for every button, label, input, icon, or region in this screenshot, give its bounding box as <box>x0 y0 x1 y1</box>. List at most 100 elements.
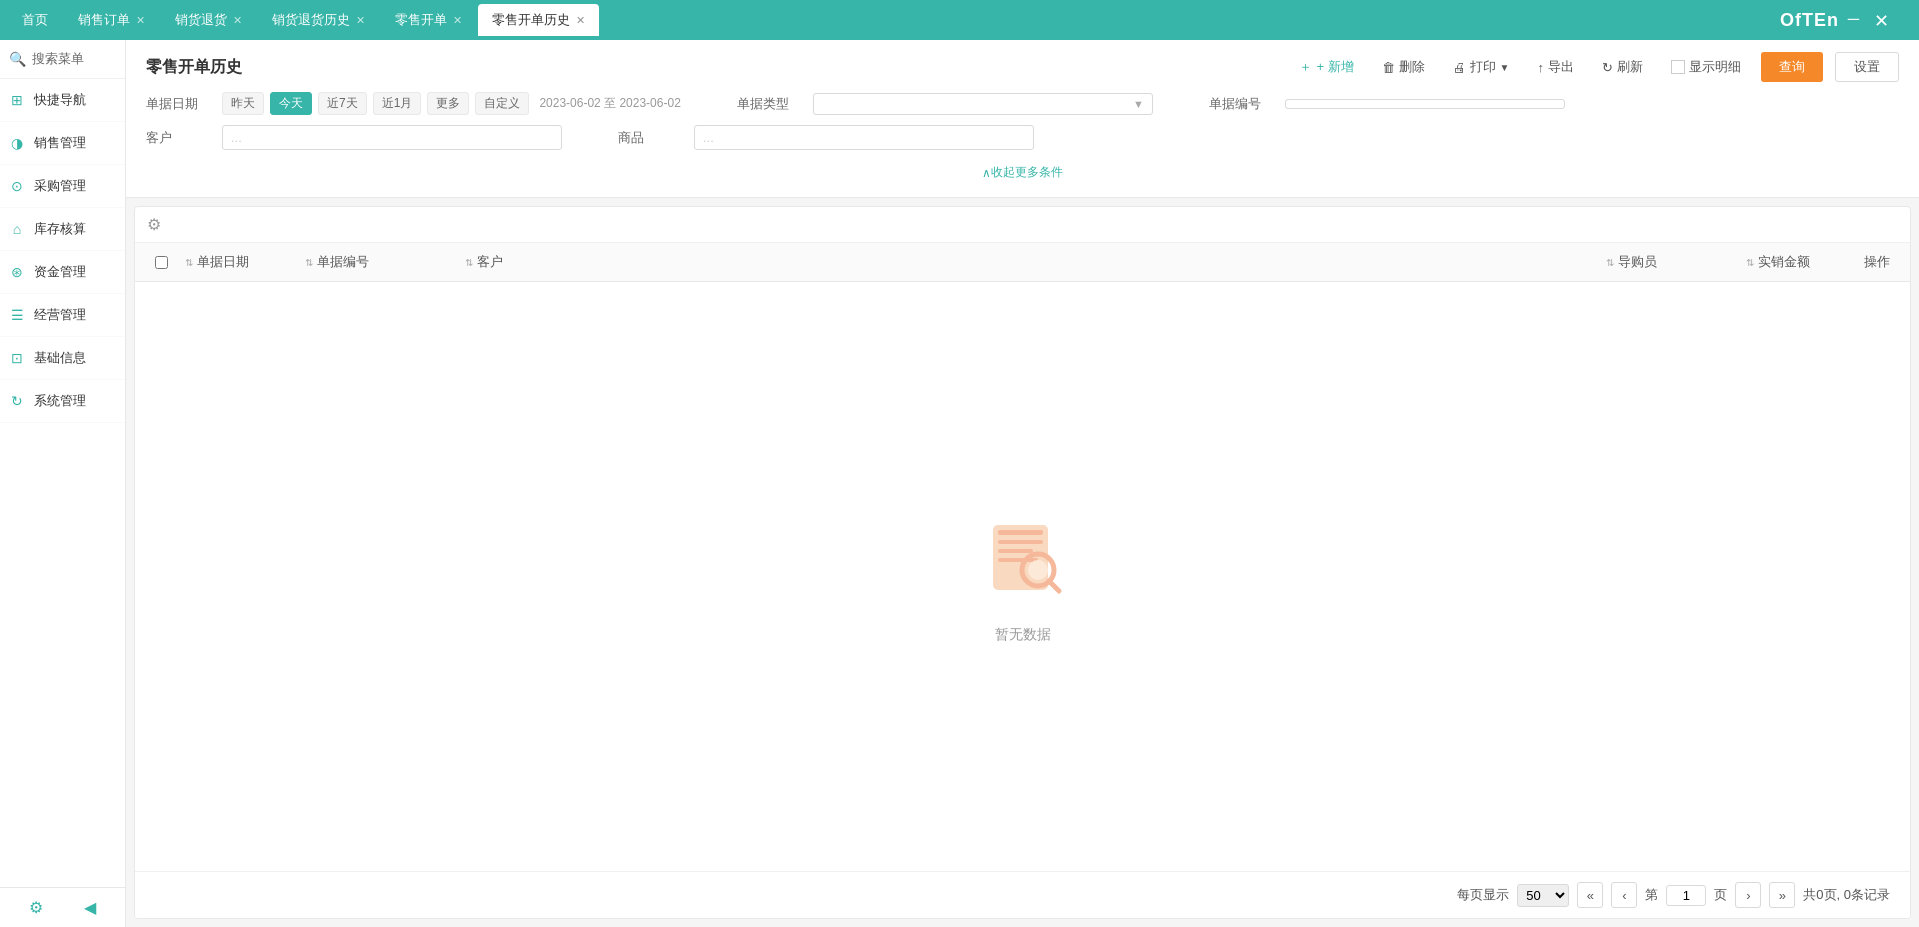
first-page-button[interactable]: « <box>1577 882 1603 908</box>
settings-bottom-icon[interactable]: ⚙ <box>29 898 43 917</box>
svg-rect-3 <box>998 549 1033 553</box>
query-button[interactable]: 查询 <box>1761 52 1823 82</box>
sidebar-item-basic-info[interactable]: ⊡ 基础信息 <box>0 337 125 380</box>
settings-button[interactable]: 设置 <box>1835 52 1899 82</box>
close-window-button[interactable]: ✕ <box>1874 10 1889 32</box>
svg-rect-4 <box>998 558 1038 562</box>
sidebar-item-sys-mgmt[interactable]: ↻ 系统管理 <box>0 380 125 423</box>
table-settings-icon[interactable]: ⚙ <box>147 215 161 234</box>
sales-icon: ◑ <box>8 134 26 152</box>
next-page-button[interactable]: › <box>1735 882 1761 908</box>
empty-text: 暂无数据 <box>995 626 1051 644</box>
sidebar-search[interactable]: 🔍 搜索菜单 <box>0 40 125 79</box>
filter-row-2: 客户 ... 商品 ... <box>146 125 1899 150</box>
th-guide[interactable]: ⇅ 导购员 <box>1598 243 1698 281</box>
top-tabbar: 首页 销售订单 ✕ 销货退货 ✕ 销货退货历史 ✕ 零售开单 ✕ 零售开单历史 … <box>0 0 1919 40</box>
per-page-select[interactable]: 10 20 50 100 <box>1517 884 1569 907</box>
collapse-bar[interactable]: ∧ 收起更多条件 <box>146 160 1899 185</box>
prev-page-button[interactable]: ‹ <box>1611 882 1637 908</box>
sidebar-item-operations[interactable]: ☰ 经营管理 <box>0 294 125 337</box>
tab-retail-open[interactable]: 零售开单 ✕ <box>381 4 476 36</box>
sidebar-item-sales-mgmt[interactable]: ◑ 销售管理 <box>0 122 125 165</box>
export-icon: ↑ <box>1538 60 1545 75</box>
sys-mgmt-icon: ↻ <box>8 392 26 410</box>
date-btn-today[interactable]: 今天 <box>270 92 312 115</box>
finance-icon: ⊛ <box>8 263 26 281</box>
refresh-button[interactable]: ↻ 刷新 <box>1594 54 1651 80</box>
page-input[interactable] <box>1666 885 1706 906</box>
customer-input[interactable]: ... <box>222 125 562 150</box>
th-customer[interactable]: ⇅ 客户 <box>457 243 1598 281</box>
tab-sales-return-history[interactable]: 销货退货历史 ✕ <box>258 4 379 36</box>
purchase-icon: ⊙ <box>8 177 26 195</box>
close-retail-open-history-icon[interactable]: ✕ <box>576 14 585 27</box>
print-dropdown-icon: ▼ <box>1500 62 1510 73</box>
operations-icon: ☰ <box>8 306 26 324</box>
close-sales-return-icon[interactable]: ✕ <box>233 14 242 27</box>
page-label: 页 <box>1714 886 1727 904</box>
type-select[interactable]: ▼ <box>813 93 1153 115</box>
last-page-button[interactable]: » <box>1769 882 1795 908</box>
delete-button[interactable]: 🗑 删除 <box>1374 54 1433 80</box>
main-layout: 🔍 搜索菜单 ⊞ 快捷导航 ◑ 销售管理 ⊙ 采购管理 ⌂ 库存核算 ⊛ 资金管… <box>0 40 1919 927</box>
type-select-arrow: ▼ <box>1133 98 1144 110</box>
collapse-text: 收起更多条件 <box>991 164 1063 181</box>
th-amount[interactable]: ⇅ 实销金额 <box>1698 243 1818 281</box>
select-all-checkbox[interactable] <box>155 256 168 269</box>
content-area: 零售开单历史 ＋ + 新增 🗑 删除 🖨 打印 ▼ <box>126 40 1919 927</box>
toolbar: ＋ + 新增 🗑 删除 🖨 打印 ▼ ↑ 导出 <box>1291 52 1899 82</box>
tab-sales-order[interactable]: 销售订单 ✕ <box>64 4 159 36</box>
search-icon: 🔍 <box>8 50 26 68</box>
print-button[interactable]: 🖨 打印 ▼ <box>1445 54 1518 80</box>
page-title: 零售开单历史 <box>146 57 242 78</box>
sidebar-item-finance[interactable]: ⊛ 资金管理 <box>0 251 125 294</box>
show-detail-button[interactable]: 显示明细 <box>1663 54 1749 80</box>
th-ops: 操作 <box>1818 243 1898 281</box>
tab-home[interactable]: 首页 <box>8 4 62 36</box>
total-text: 共0页, 0条记录 <box>1803 886 1890 904</box>
th-no[interactable]: ⇅ 单据编号 <box>297 243 457 281</box>
date-label: 单据日期 <box>146 95 206 113</box>
table-header: ⇅ 单据日期 ⇅ 单据编号 ⇅ 客户 ⇅ 导购员 ⇅ 实销金额 <box>135 243 1910 282</box>
svg-rect-1 <box>998 530 1043 535</box>
goods-placeholder: ... <box>703 130 714 145</box>
date-btn-7days[interactable]: 近7天 <box>318 92 367 115</box>
no-input[interactable] <box>1285 99 1565 109</box>
sort-no-icon: ⇅ <box>305 257 313 268</box>
tab-retail-open-history[interactable]: 零售开单历史 ✕ <box>478 4 599 36</box>
close-retail-open-icon[interactable]: ✕ <box>453 14 462 27</box>
print-icon: 🖨 <box>1453 60 1466 75</box>
new-button[interactable]: ＋ + 新增 <box>1291 54 1361 80</box>
brand-text: OfTEn <box>1780 10 1839 31</box>
date-range: 2023-06-02 至 2023-06-02 <box>539 95 680 112</box>
date-btn-1month[interactable]: 近1月 <box>373 92 422 115</box>
customer-placeholder: ... <box>231 130 242 145</box>
date-buttons: 昨天 今天 近7天 近1月 更多 自定义 2023-06-02 至 2023-0… <box>222 92 681 115</box>
date-btn-yesterday[interactable]: 昨天 <box>222 92 264 115</box>
sidebar-item-inventory[interactable]: ⌂ 库存核算 <box>0 208 125 251</box>
date-btn-more[interactable]: 更多 <box>427 92 469 115</box>
sidebar-item-quick-nav[interactable]: ⊞ 快捷导航 <box>0 79 125 122</box>
collapse-up-icon: ∧ <box>982 166 991 180</box>
show-detail-checkbox[interactable] <box>1671 60 1685 74</box>
refresh-icon: ↻ <box>1602 60 1613 75</box>
export-button[interactable]: ↑ 导出 <box>1530 54 1583 80</box>
th-checkbox <box>147 246 177 279</box>
th-date[interactable]: ⇅ 单据日期 <box>177 243 297 281</box>
close-sales-return-history-icon[interactable]: ✕ <box>356 14 365 27</box>
collapse-sidebar-icon[interactable]: ◀ <box>84 898 96 917</box>
svg-rect-2 <box>998 540 1043 544</box>
tab-sales-return[interactable]: 销货退货 ✕ <box>161 4 256 36</box>
new-icon: ＋ <box>1299 58 1312 76</box>
goods-input[interactable]: ... <box>694 125 1034 150</box>
sidebar-item-purchase-mgmt[interactable]: ⊙ 采购管理 <box>0 165 125 208</box>
sidebar: 🔍 搜索菜单 ⊞ 快捷导航 ◑ 销售管理 ⊙ 采购管理 ⌂ 库存核算 ⊛ 资金管… <box>0 40 126 927</box>
table-area: ⚙ ⇅ 单据日期 ⇅ 单据编号 ⇅ 客户 ⇅ <box>134 206 1911 919</box>
inventory-icon: ⌂ <box>8 220 26 238</box>
date-btn-custom[interactable]: 自定义 <box>475 92 529 115</box>
minimize-button[interactable]: ─ <box>1848 10 1859 28</box>
close-sales-order-icon[interactable]: ✕ <box>136 14 145 27</box>
goods-label: 商品 <box>618 129 678 147</box>
filter-area: 零售开单历史 ＋ + 新增 🗑 删除 🖨 打印 ▼ <box>126 40 1919 198</box>
sort-customer-icon: ⇅ <box>465 257 473 268</box>
